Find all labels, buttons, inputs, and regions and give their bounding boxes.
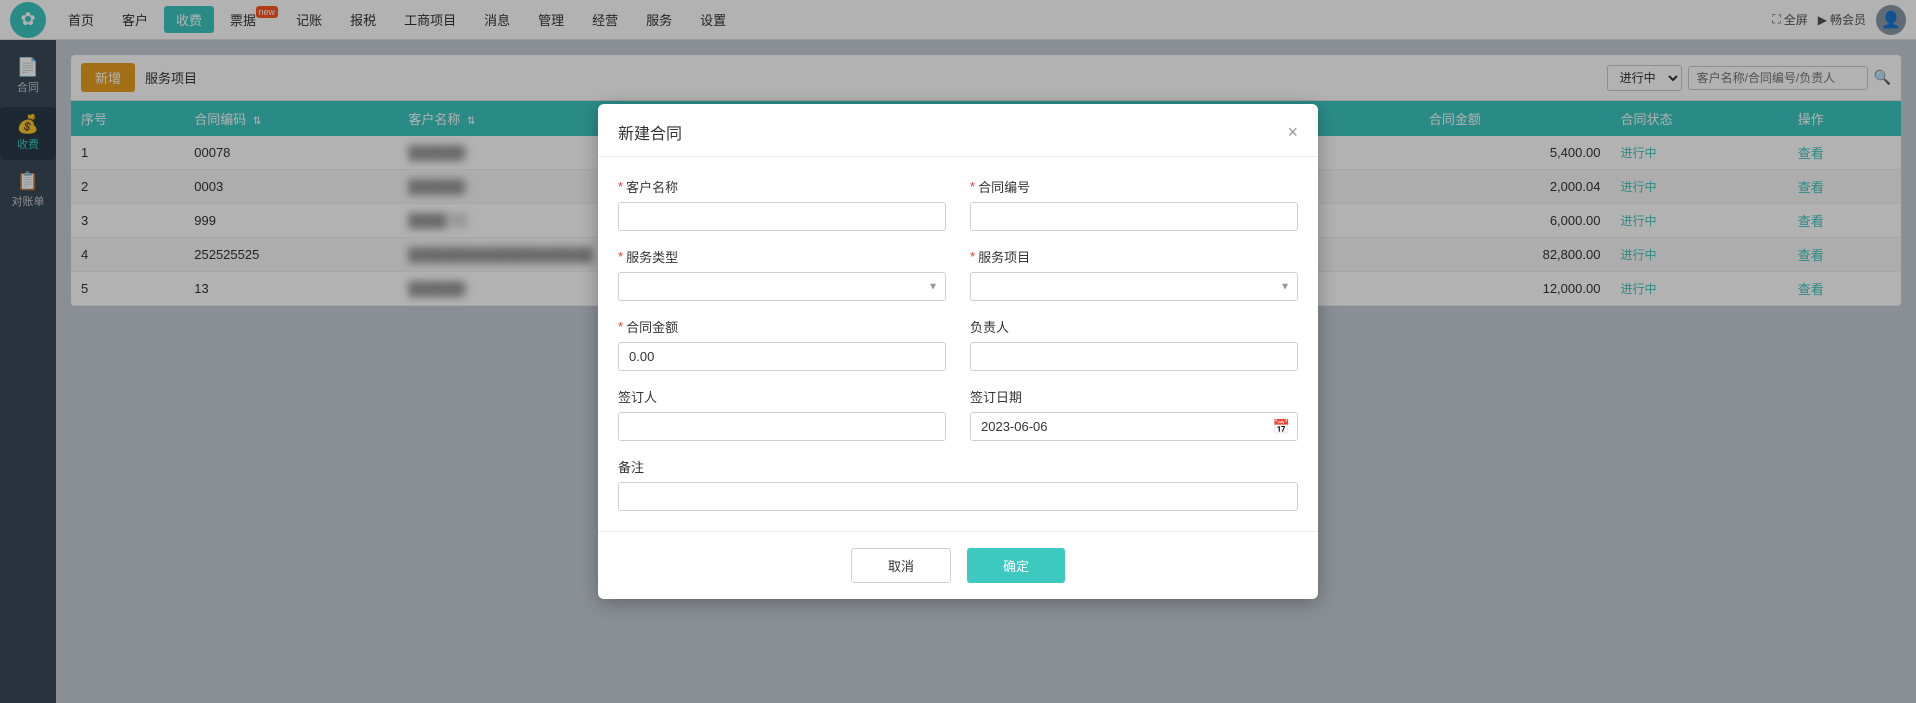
contract-no-input[interactable] bbox=[970, 202, 1298, 231]
amount-field: * 合同金额 0.00 bbox=[618, 317, 946, 371]
sign-date-field: 签订日期 📅 bbox=[970, 387, 1298, 441]
signer-input[interactable] bbox=[618, 412, 946, 441]
service-type-select[interactable] bbox=[618, 272, 946, 301]
customer-name-label: * 客户名称 bbox=[618, 177, 946, 196]
sign-date-label: 签订日期 bbox=[970, 387, 1298, 406]
signer-field: 签订人 bbox=[618, 387, 946, 441]
responsible-label: 负责人 bbox=[970, 317, 1298, 336]
responsible-input[interactable] bbox=[970, 342, 1298, 371]
modal-body: * 客户名称 * 合同编号 * 服务 bbox=[598, 157, 1318, 531]
cancel-button[interactable]: 取消 bbox=[851, 548, 951, 583]
new-contract-modal: 新建合同 × * 客户名称 * 合同编号 bbox=[598, 104, 1318, 599]
contract-no-label: * 合同编号 bbox=[970, 177, 1298, 196]
required-mark: * bbox=[970, 249, 975, 264]
note-label: 备注 bbox=[618, 457, 1298, 476]
service-item-label: * 服务项目 bbox=[970, 247, 1298, 266]
modal-title: 新建合同 bbox=[618, 120, 682, 144]
note-field: 备注 bbox=[618, 457, 1298, 511]
contract-no-field: * 合同编号 bbox=[970, 177, 1298, 231]
service-item-select[interactable] bbox=[970, 272, 1298, 301]
amount-label: * 合同金额 bbox=[618, 317, 946, 336]
service-item-field: * 服务项目 bbox=[970, 247, 1298, 301]
modal-close-button[interactable]: × bbox=[1287, 123, 1298, 141]
service-item-select-wrapper bbox=[970, 272, 1298, 301]
signer-label: 签订人 bbox=[618, 387, 946, 406]
modal-footer: 取消 确定 bbox=[598, 531, 1318, 599]
required-mark: * bbox=[970, 179, 975, 194]
modal-overlay: 新建合同 × * 客户名称 * 合同编号 bbox=[0, 0, 1916, 703]
sign-date-wrapper: 📅 bbox=[970, 412, 1298, 441]
required-mark: * bbox=[618, 249, 623, 264]
customer-name-field: * 客户名称 bbox=[618, 177, 946, 231]
note-input[interactable] bbox=[618, 482, 1298, 511]
service-type-select-wrapper bbox=[618, 272, 946, 301]
service-type-label: * 服务类型 bbox=[618, 247, 946, 266]
service-type-field: * 服务类型 bbox=[618, 247, 946, 301]
modal-header: 新建合同 × bbox=[598, 104, 1318, 157]
amount-input[interactable]: 0.00 bbox=[618, 342, 946, 371]
form-grid: * 客户名称 * 合同编号 * 服务 bbox=[618, 177, 1298, 511]
required-mark: * bbox=[618, 179, 623, 194]
confirm-button[interactable]: 确定 bbox=[967, 548, 1065, 583]
customer-name-input[interactable] bbox=[618, 202, 946, 231]
sign-date-input[interactable] bbox=[970, 412, 1298, 441]
required-mark: * bbox=[618, 319, 623, 334]
responsible-field: 负责人 bbox=[970, 317, 1298, 371]
